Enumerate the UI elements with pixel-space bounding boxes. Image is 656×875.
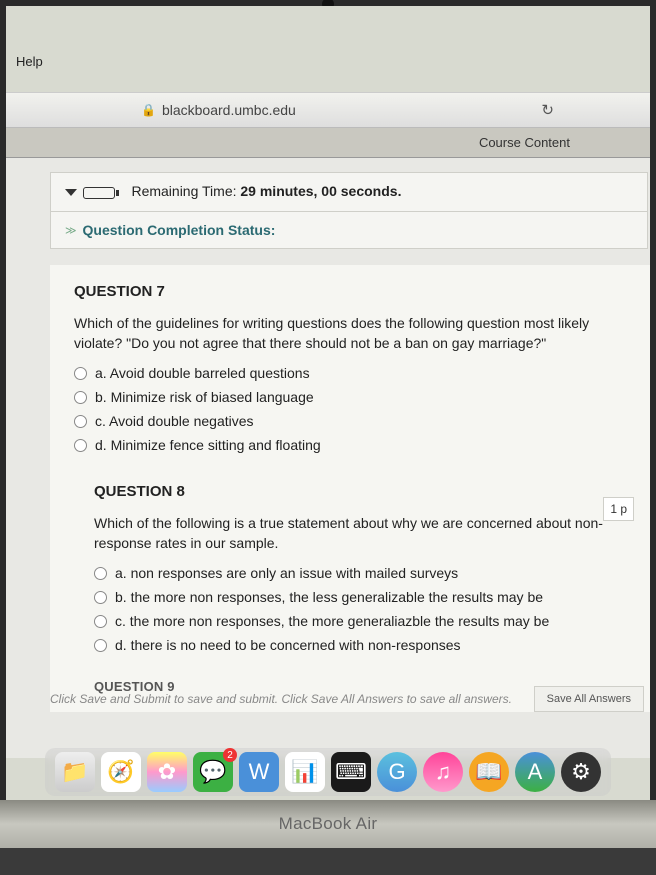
battery-icon <box>83 187 115 199</box>
macos-dock: 📁 🧭 ✿ 💬2 W 📊 ⌨ G ♫ 📖 A ⚙ <box>45 748 611 796</box>
status-label: Question Completion Status: <box>83 222 276 238</box>
q8-title: QUESTION 8 <box>94 483 632 500</box>
help-menu[interactable]: Help <box>6 50 53 73</box>
chrome-icon[interactable]: G <box>377 752 417 792</box>
tab-title[interactable]: Course Content <box>479 135 570 150</box>
terminal-icon[interactable]: ⌨ <box>331 752 371 792</box>
save-all-answers-button[interactable]: Save All Answers <box>534 686 644 712</box>
tab-bar: Course Content <box>6 128 650 158</box>
ibooks-icon[interactable]: 📖 <box>469 752 509 792</box>
q7-option-d[interactable]: d. Minimize fence sitting and floating <box>74 437 632 453</box>
messages-badge: 2 <box>223 748 237 762</box>
radio-icon[interactable] <box>94 591 107 604</box>
radio-icon[interactable] <box>74 391 87 404</box>
safari-icon[interactable]: 🧭 <box>101 752 141 792</box>
q8-option-a[interactable]: a. non responses are only an issue with … <box>94 565 632 581</box>
q7-option-c[interactable]: c. Avoid double negatives <box>74 413 632 429</box>
laptop-hinge: MacBook Air <box>0 800 656 848</box>
q7-prompt: Which of the guidelines for writing ques… <box>74 314 632 353</box>
word-icon[interactable]: W <box>239 752 279 792</box>
photos-icon[interactable]: ✿ <box>147 752 187 792</box>
q7-option-a[interactable]: a. Avoid double barreled questions <box>74 365 632 381</box>
url-text: blackboard.umbc.edu <box>162 102 296 118</box>
appstore-icon[interactable]: A <box>515 752 555 792</box>
finder-icon[interactable]: 📁 <box>55 752 95 792</box>
q7-title: QUESTION 7 <box>74 283 632 300</box>
footer-hint: Click Save and Submit to save and submit… <box>50 692 512 706</box>
numbers-icon[interactable]: 📊 <box>285 752 325 792</box>
q8-prompt: Which of the following is a true stateme… <box>94 514 632 553</box>
address-bar[interactable]: 🔒 blackboard.umbc.edu <box>141 102 296 118</box>
radio-icon[interactable] <box>74 367 87 380</box>
lock-icon: 🔒 <box>141 103 156 117</box>
question-7: QUESTION 7 Which of the guidelines for w… <box>50 265 650 712</box>
messages-icon[interactable]: 💬2 <box>193 752 233 792</box>
radio-icon[interactable] <box>94 567 107 580</box>
status-panel[interactable]: ≫ Question Completion Status: <box>50 212 648 249</box>
settings-icon[interactable]: ⚙ <box>561 752 601 792</box>
laptop-model: MacBook Air <box>279 814 378 834</box>
q8-points: 1 p <box>603 497 634 521</box>
expand-icon: ≫ <box>65 224 77 237</box>
q8-option-b[interactable]: b. the more non responses, the less gene… <box>94 589 632 605</box>
chevron-down-icon[interactable] <box>65 189 77 196</box>
radio-icon[interactable] <box>94 639 107 652</box>
radio-icon[interactable] <box>74 415 87 428</box>
q8-option-d[interactable]: d. there is no need to be concerned with… <box>94 637 632 653</box>
q8-option-c[interactable]: c. the more non responses, the more gene… <box>94 613 632 629</box>
timer-value: 29 minutes, 00 seconds. <box>240 183 401 199</box>
timer-panel: Remaining Time: 29 minutes, 00 seconds. <box>50 172 648 212</box>
reload-icon[interactable]: ↻ <box>541 101 554 119</box>
radio-icon[interactable] <box>94 615 107 628</box>
timer-label: Remaining Time: <box>131 183 240 199</box>
itunes-icon[interactable]: ♫ <box>423 752 463 792</box>
browser-toolbar: 🔒 blackboard.umbc.edu ↻ <box>6 92 650 128</box>
radio-icon[interactable] <box>74 439 87 452</box>
q7-option-b[interactable]: b. Minimize risk of biased language <box>74 389 632 405</box>
